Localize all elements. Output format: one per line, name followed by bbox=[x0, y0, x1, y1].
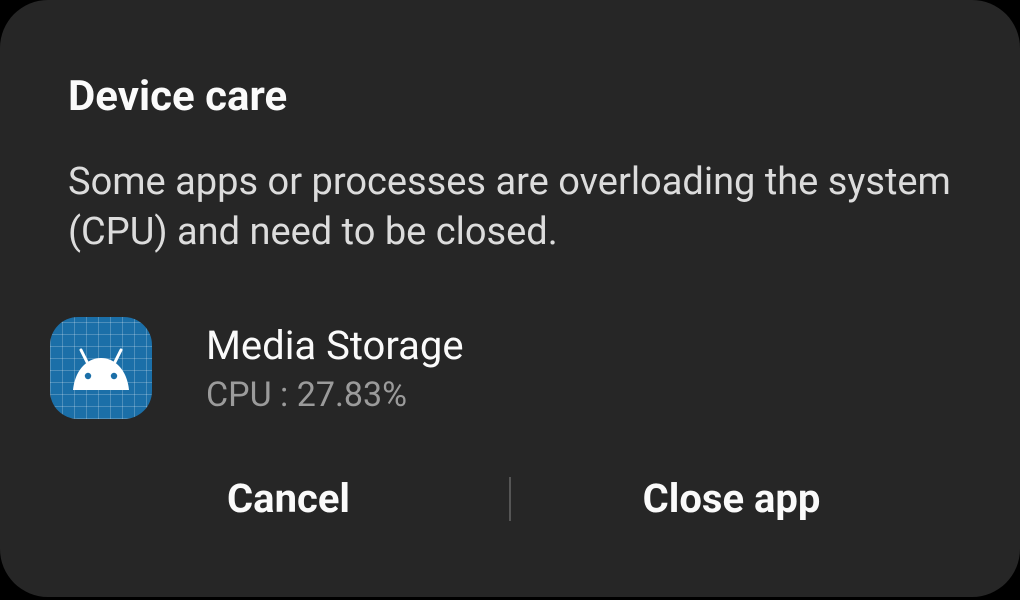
dialog-message: Some apps or processes are overloading t… bbox=[68, 157, 952, 257]
device-care-dialog: Device care Some apps or processes are o… bbox=[0, 0, 1020, 597]
dialog-actions: Cancel Close app bbox=[68, 419, 952, 600]
app-row: Media Storage CPU : 27.83% bbox=[68, 317, 952, 419]
android-head-icon bbox=[50, 317, 152, 419]
app-cpu-usage: CPU : 27.83% bbox=[206, 375, 464, 415]
app-name: Media Storage bbox=[206, 322, 464, 369]
close-app-button[interactable]: Close app bbox=[511, 459, 952, 538]
cancel-button[interactable]: Cancel bbox=[68, 459, 509, 538]
dialog-title: Device care bbox=[68, 72, 952, 121]
app-info: Media Storage CPU : 27.83% bbox=[206, 322, 464, 415]
